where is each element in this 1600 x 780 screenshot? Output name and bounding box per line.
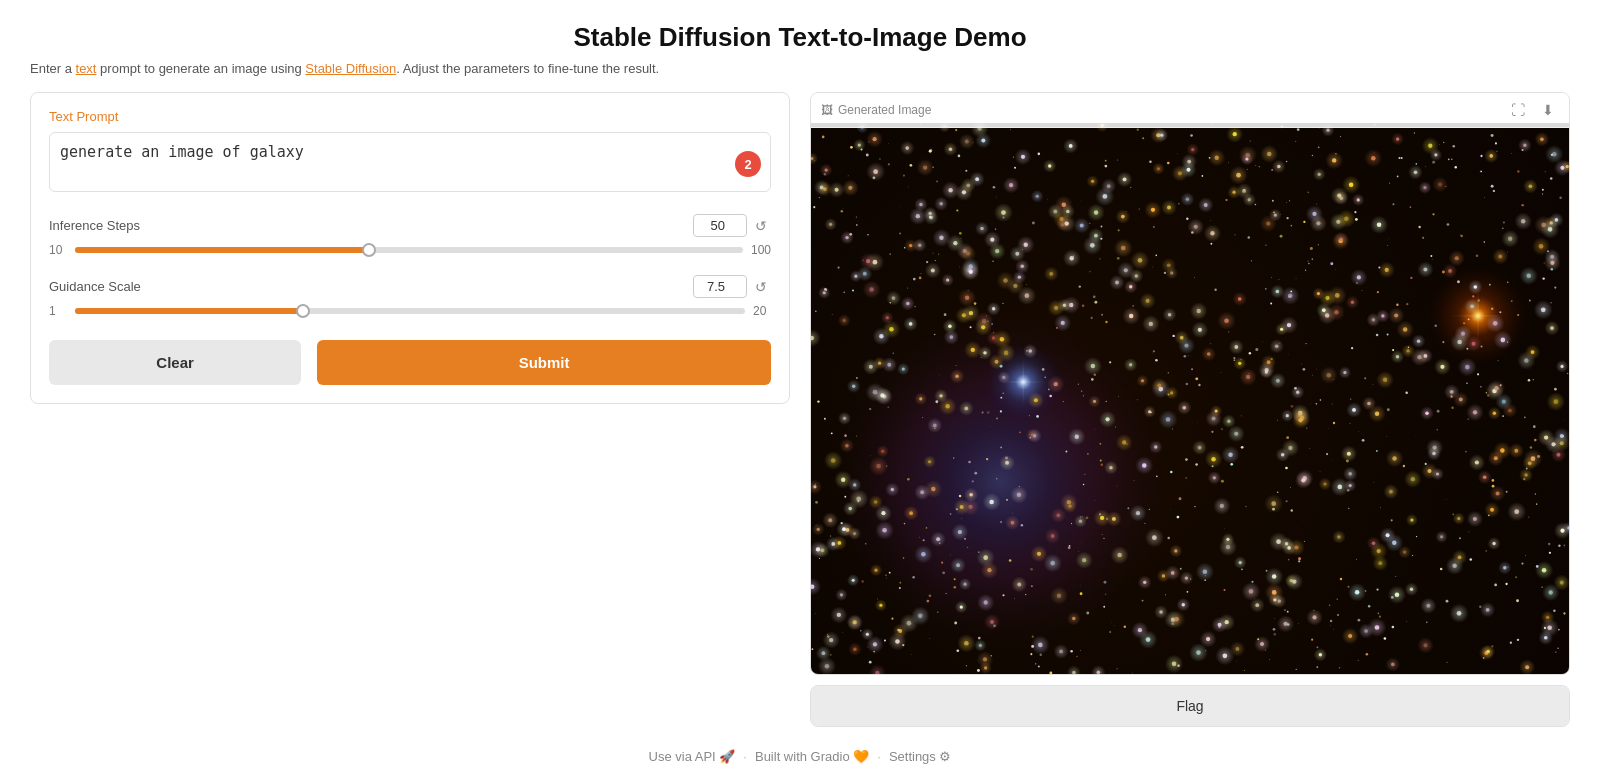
inference-steps-min: 10	[49, 243, 67, 257]
settings-text: Settings	[889, 749, 936, 764]
subtitle: Enter a text prompt to generate an image…	[0, 61, 1600, 92]
inference-steps-section: Inference Steps ↺ 10 100	[49, 214, 771, 257]
footer-dot-1: ·	[743, 749, 747, 764]
image-icon: 🖼	[821, 103, 833, 117]
prompt-textarea[interactable]: generate an image of galaxy	[49, 132, 771, 192]
galaxy-image	[811, 123, 1569, 674]
guidance-scale-fill	[75, 308, 303, 314]
api-text: Use via API	[649, 749, 716, 764]
image-card: 🖼 Generated Image ⛶ ⬇	[810, 92, 1570, 675]
guidance-scale-label: Guidance Scale	[49, 279, 141, 294]
fullscreen-icon[interactable]: ⛶	[1507, 99, 1529, 121]
built-text: Built with Gradio	[755, 749, 850, 764]
image-label-text: Generated Image	[838, 103, 931, 117]
inference-steps-row: 10 100	[49, 243, 771, 257]
right-panel: 🖼 Generated Image ⛶ ⬇ Flag	[810, 92, 1570, 727]
canvas-wrapper	[811, 123, 1569, 674]
rocket-icon: 🚀	[719, 749, 735, 764]
inference-steps-value-wrap: ↺	[693, 214, 771, 237]
guidance-scale-reset-icon[interactable]: ↺	[751, 277, 771, 297]
prompt-label: Text Prompt	[49, 109, 771, 124]
inference-steps-fill	[75, 247, 369, 253]
guidance-scale-section: Guidance Scale ↺ 1 20	[49, 275, 771, 318]
gradio-link[interactable]: Built with Gradio 🧡	[755, 749, 869, 764]
prompt-wrapper: generate an image of galaxy 2	[49, 132, 771, 196]
gear-icon: ⚙	[939, 749, 951, 764]
submit-button[interactable]: Submit	[317, 340, 771, 385]
inference-steps-input[interactable]	[693, 214, 747, 237]
image-card-label: 🖼 Generated Image	[821, 103, 931, 117]
controls-card: Text Prompt generate an image of galaxy …	[30, 92, 790, 404]
guidance-scale-thumb[interactable]	[296, 304, 310, 318]
guidance-scale-track[interactable]	[75, 308, 745, 314]
inference-steps-max: 100	[751, 243, 771, 257]
guidance-scale-min: 1	[49, 304, 67, 318]
clear-button[interactable]: Clear	[49, 340, 301, 385]
buttons-row: Clear Submit	[49, 340, 771, 385]
guidance-scale-row: 1 20	[49, 304, 771, 318]
guidance-scale-max: 20	[753, 304, 771, 318]
download-icon[interactable]: ⬇	[1537, 99, 1559, 121]
inference-steps-track[interactable]	[75, 247, 743, 253]
guidance-scale-value-wrap: ↺	[693, 275, 771, 298]
footer-dot-2: ·	[877, 749, 881, 764]
settings-link[interactable]: Settings ⚙	[889, 749, 952, 764]
prompt-badge: 2	[735, 151, 761, 177]
guidance-scale-input[interactable]	[693, 275, 747, 298]
inference-steps-reset-icon[interactable]: ↺	[751, 216, 771, 236]
api-link[interactable]: Use via API 🚀	[649, 749, 736, 764]
page-title: Stable Diffusion Text-to-Image Demo	[0, 0, 1600, 61]
gradio-icon: 🧡	[853, 749, 869, 764]
image-card-actions: ⛶ ⬇	[1507, 99, 1559, 121]
flag-button[interactable]: Flag	[811, 686, 1569, 726]
footer: Use via API 🚀 · Built with Gradio 🧡 · Se…	[0, 737, 1600, 780]
left-panel: Text Prompt generate an image of galaxy …	[30, 92, 790, 727]
inference-steps-thumb[interactable]	[362, 243, 376, 257]
inference-steps-label: Inference Steps	[49, 218, 140, 233]
image-card-header: 🖼 Generated Image ⛶ ⬇	[811, 93, 1569, 128]
flag-button-wrap: Flag	[810, 685, 1570, 727]
